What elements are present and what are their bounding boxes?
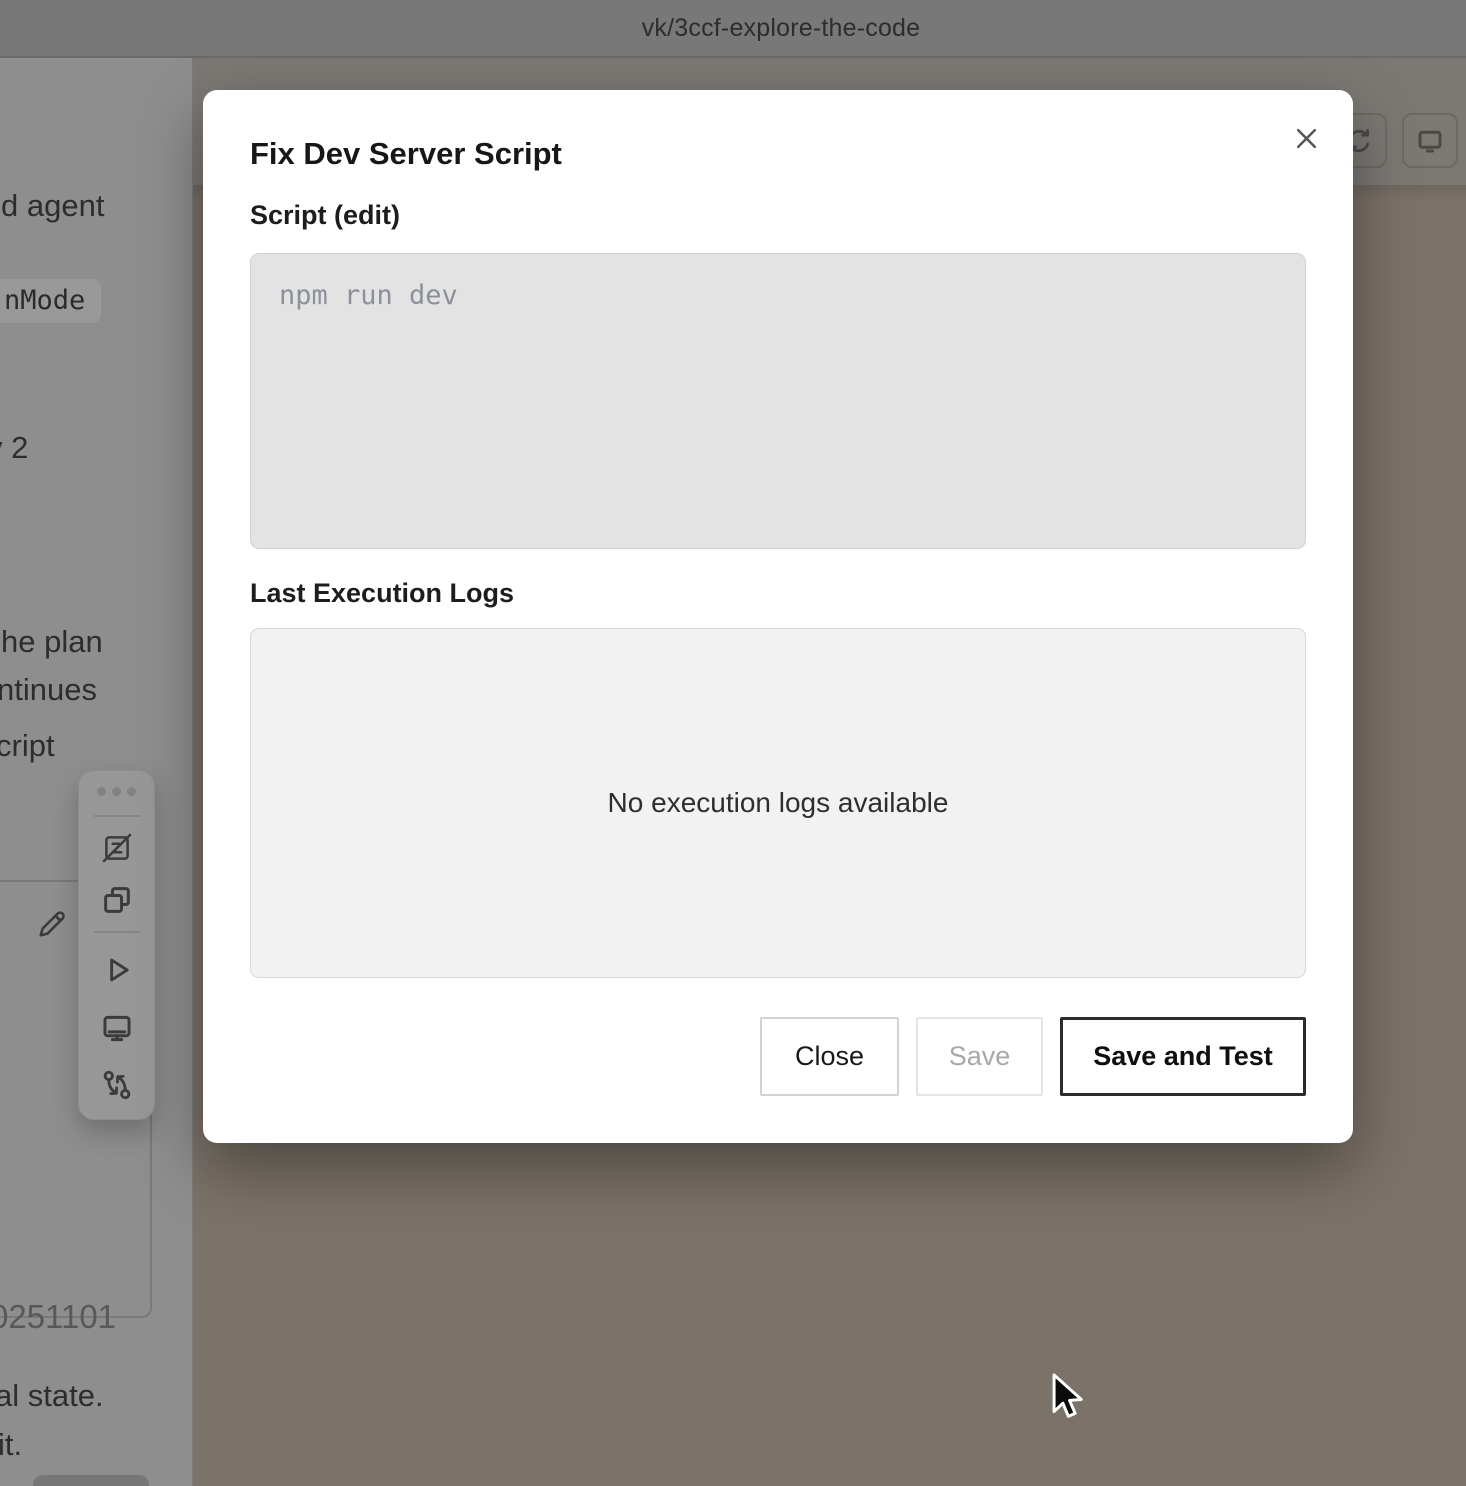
- save-and-test-button[interactable]: Save and Test: [1060, 1017, 1306, 1096]
- toolbar-divider: [94, 815, 140, 817]
- logs-empty-message: No execution logs available: [607, 787, 949, 818]
- sidebar-text-fragment: ntinues: [0, 672, 97, 707]
- frame-z-icon[interactable]: [97, 828, 137, 868]
- sidebar-text-fragment: al state.: [0, 1378, 104, 1413]
- sidebar-text-fragment: it.: [0, 1427, 23, 1462]
- dialog-footer: Close Save Save and Test: [250, 1017, 1306, 1096]
- sidebar-bottom-button[interactable]: [33, 1475, 149, 1486]
- play-icon[interactable]: [97, 950, 137, 990]
- chat-sidebar: d agent nMode y 2 he plan ntinues cript: [0, 58, 193, 1486]
- script-section-label: Script (edit): [250, 200, 401, 230]
- monitor-icon[interactable]: [97, 1008, 137, 1048]
- sidebar-text-fragment: d agent: [1, 188, 105, 223]
- close-icon[interactable]: [1284, 116, 1328, 160]
- edit-pencil-icon[interactable]: [34, 906, 70, 942]
- close-button[interactable]: Close: [760, 1017, 899, 1096]
- fix-dev-server-dialog: Fix Dev Server Script Script (edit) Last…: [203, 90, 1353, 1143]
- save-button[interactable]: Save: [916, 1017, 1043, 1096]
- sidebar-text-fragment: 0251101: [0, 1298, 117, 1335]
- floating-toolbar: [78, 770, 155, 1120]
- sidebar-text-fragment: he plan: [1, 624, 103, 659]
- drag-handle-icon[interactable]: [79, 787, 154, 796]
- window-title: vk/3ccf-explore-the-code: [641, 13, 921, 42]
- window-titlebar: vk/3ccf-explore-the-code: [0, 0, 1466, 58]
- git-diff-icon[interactable]: [97, 1065, 137, 1105]
- monitor-button[interactable]: [1402, 113, 1458, 168]
- script-textarea[interactable]: [250, 253, 1306, 549]
- copy-icon[interactable]: [97, 880, 137, 920]
- sidebar-text-fragment: cript: [0, 728, 55, 763]
- dialog-title: Fix Dev Server Script: [250, 136, 562, 171]
- sidebar-text-fragment: y 2: [0, 430, 29, 465]
- execution-logs-box: No execution logs available: [250, 628, 1306, 978]
- toolbar-divider: [94, 931, 140, 933]
- mode-badge: nMode: [0, 279, 102, 323]
- logs-section-label: Last Execution Logs: [250, 578, 515, 608]
